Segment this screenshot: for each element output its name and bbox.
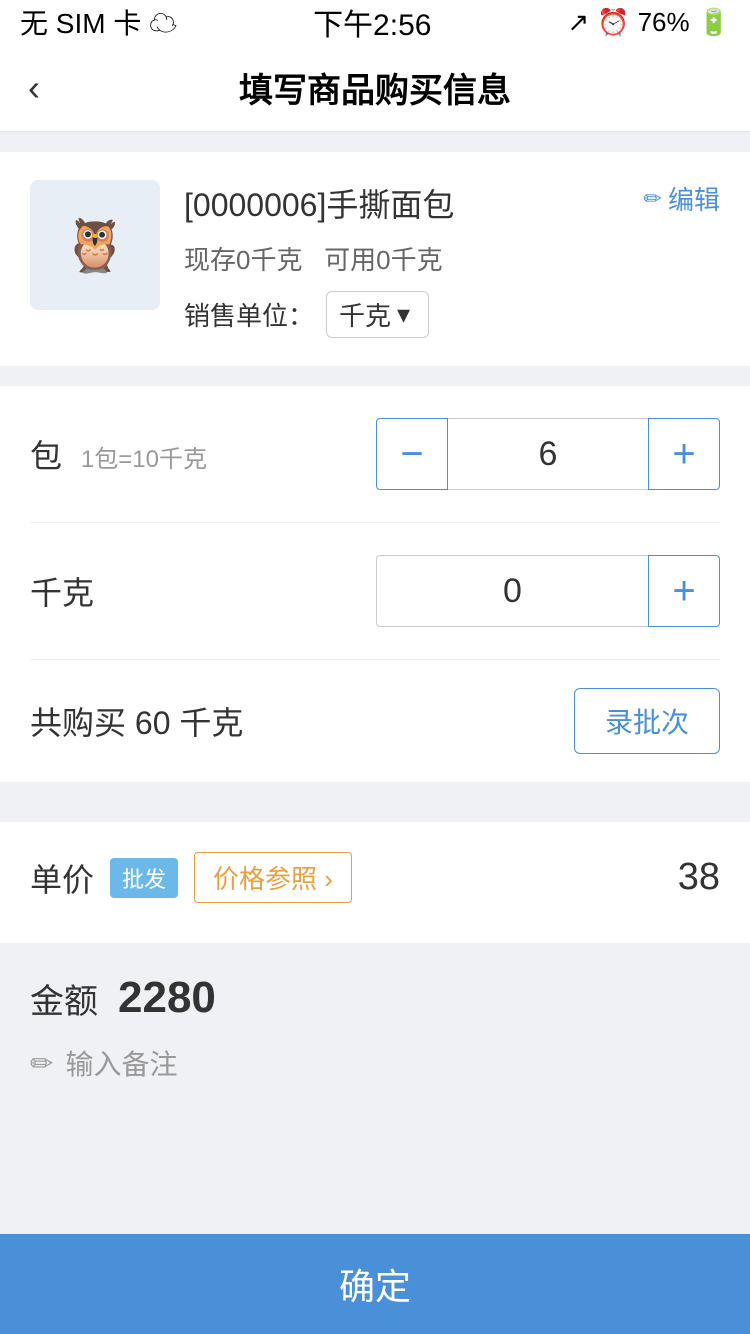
total-text: 共购买 60 千克 [30, 698, 243, 744]
amount-section: 金额 2280 ✏ 输入备注 [0, 943, 750, 1103]
product-info: [0000006]手撕面包 现存0千克 可用0千克 销售单位： 千克 ▾ [184, 180, 720, 338]
amount-row: 金额 2280 [30, 973, 720, 1023]
kg-quantity-input[interactable] [376, 555, 648, 627]
stock-text: 现存0千克 [184, 245, 302, 275]
package-row: 包 1包=10千克 − + [30, 386, 720, 523]
edit-button[interactable]: ✏ 编辑 [644, 180, 720, 217]
price-ref-button[interactable]: 价格参照 › [194, 852, 352, 903]
edit-icon: ✏ [644, 186, 662, 212]
unit-selector[interactable]: 千克 ▾ [326, 291, 429, 338]
battery-icon: 🔋 [698, 7, 730, 38]
price-value: 38 [678, 856, 720, 899]
package-minus-button[interactable]: − [376, 418, 448, 490]
edit-label: 编辑 [668, 180, 720, 217]
bottom-space [0, 1103, 750, 1223]
available-text: 可用0千克 [324, 245, 442, 275]
package-label-container: 包 1包=10千克 [30, 431, 376, 477]
total-row: 共购买 60 千克 录批次 [0, 660, 750, 782]
product-card: 🦉 [0000006]手撕面包 现存0千克 可用0千克 销售单位： 千克 ▾ ✏… [0, 152, 750, 366]
remark-row[interactable]: ✏ 输入备注 [30, 1043, 720, 1083]
package-quantity-input[interactable] [448, 418, 648, 490]
status-time: 下午2:56 [313, 0, 431, 44]
product-name: [0000006]手撕面包 [184, 180, 720, 226]
product-unit-row: 销售单位： 千克 ▾ [184, 291, 720, 338]
unit-label: 销售单位： [184, 296, 314, 333]
kg-quantity-controls: + [376, 555, 720, 627]
divider-2 [0, 782, 750, 802]
status-bar: 无 SIM 卡 ☁ 下午2:56 ↗ ⏰ 76% 🔋 [0, 0, 750, 44]
alarm-icon: ⏰ [597, 7, 629, 38]
status-left: 无 SIM 卡 ☁ [20, 2, 177, 42]
price-row: 单价 批发 价格参照 › 38 [30, 852, 720, 903]
location-icon: ↗ [567, 7, 589, 38]
unit-value: 千克 [339, 296, 391, 333]
back-button[interactable]: ‹ [28, 67, 40, 109]
package-label: 包 [30, 438, 62, 474]
package-quantity-controls: − + [376, 418, 720, 490]
confirm-button[interactable]: 确定 [0, 1234, 750, 1334]
batch-button[interactable]: 录批次 [574, 688, 720, 754]
amount-value: 2280 [118, 973, 216, 1023]
price-left: 单价 批发 价格参照 › [30, 852, 352, 903]
chevron-down-icon: ▾ [397, 299, 410, 330]
package-section: 包 1包=10千克 − + [0, 386, 750, 523]
product-image: 🦉 [30, 180, 160, 310]
kg-plus-button[interactable]: + [648, 555, 720, 627]
amount-label: 金额 [30, 974, 98, 1023]
product-logo-icon: 🦉 [63, 215, 128, 276]
divider-1 [0, 366, 750, 386]
kg-label: 千克 [30, 568, 376, 614]
kg-row: 千克 + [30, 523, 720, 660]
price-section: 单价 批发 价格参照 › 38 [0, 822, 750, 943]
status-right: ↗ ⏰ 76% 🔋 [567, 7, 730, 38]
page-title: 填写商品购买信息 [239, 63, 511, 112]
price-label: 单价 [30, 855, 94, 901]
kg-section: 千克 + [0, 523, 750, 660]
pencil-icon: ✏ [30, 1047, 53, 1080]
remark-label: 输入备注 [65, 1043, 177, 1083]
battery-text: 76% [638, 7, 690, 38]
nav-bar: ‹ 填写商品购买信息 [0, 44, 750, 132]
product-stock: 现存0千克 可用0千克 [184, 240, 720, 277]
package-hint: 1包=10千克 [81, 446, 207, 473]
package-plus-button[interactable]: + [648, 418, 720, 490]
price-tag: 批发 [110, 858, 178, 898]
